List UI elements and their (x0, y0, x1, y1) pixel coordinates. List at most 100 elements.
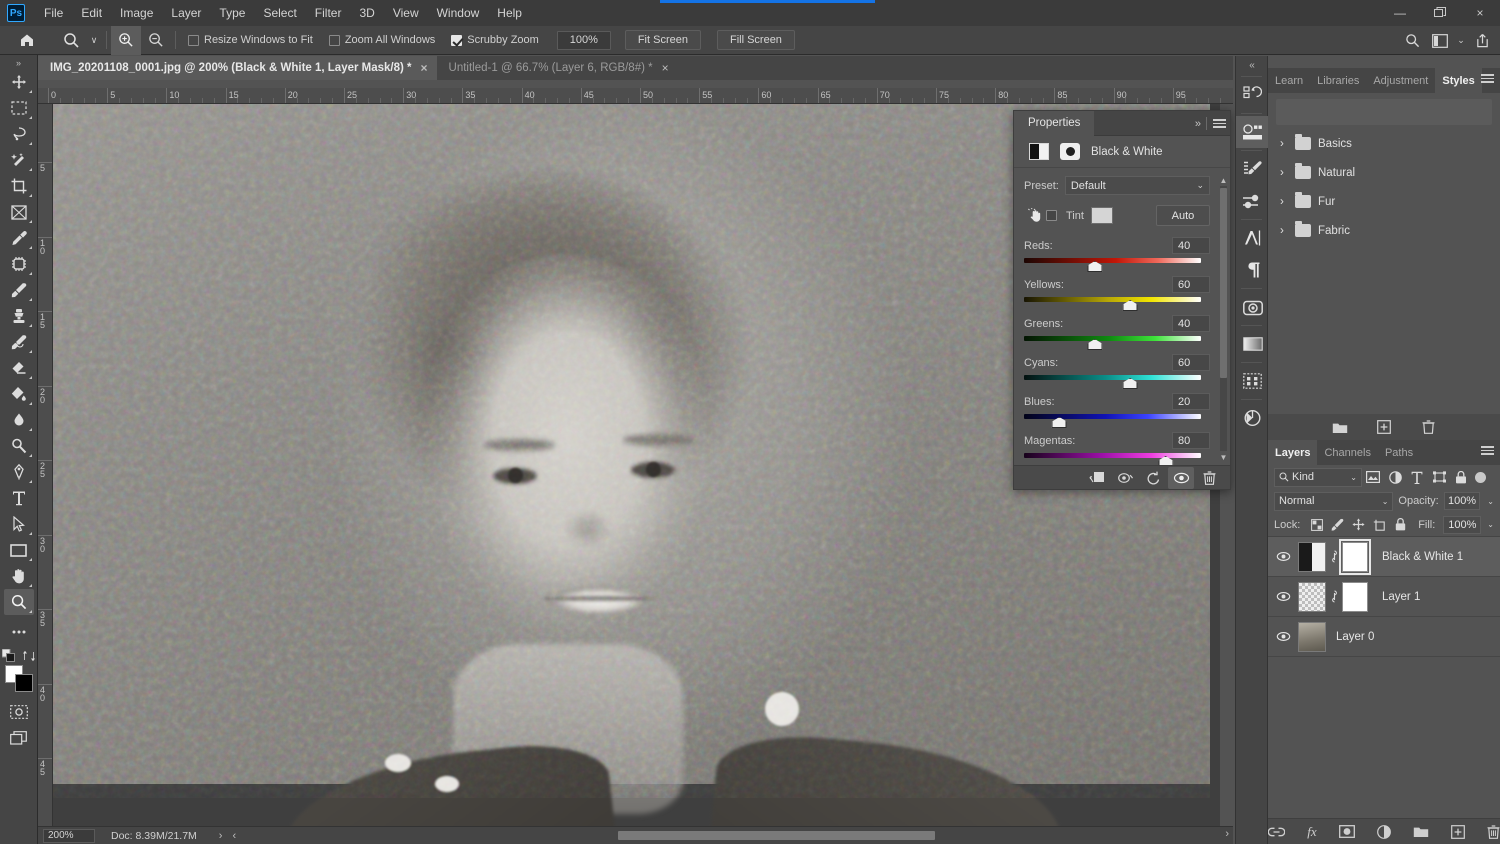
layer-style-fx-icon[interactable]: fx (1307, 823, 1317, 841)
panel-menu-icon[interactable] (1213, 119, 1226, 128)
color-swatches[interactable] (4, 665, 34, 693)
zoom-out-icon[interactable] (141, 26, 171, 55)
toggle-visibility-icon[interactable] (1168, 467, 1194, 489)
slider-value-field[interactable]: 40 (1172, 315, 1210, 332)
styles-search-bar[interactable] (1276, 99, 1492, 125)
view-previous-state-icon[interactable] (1112, 467, 1138, 489)
reset-icon[interactable] (1140, 467, 1166, 489)
layer-visibility-icon[interactable] (1268, 577, 1298, 617)
close-button[interactable]: × (1460, 0, 1500, 26)
menu-layer[interactable]: Layer (162, 0, 210, 26)
properties-tab[interactable]: Properties (1014, 111, 1094, 136)
layer-mask-thumbnail[interactable] (1342, 542, 1368, 572)
screen-mode-icon[interactable] (4, 725, 34, 751)
restore-button[interactable] (1420, 0, 1460, 26)
scrubby-zoom-box[interactable] (451, 35, 462, 46)
brush-tool[interactable] (4, 277, 34, 303)
menu-3d[interactable]: 3D (350, 0, 383, 26)
fit-screen-button[interactable]: Fit Screen (625, 30, 701, 50)
chevron-down-icon[interactable]: ⌄ (1454, 26, 1468, 55)
menu-view[interactable]: View (384, 0, 428, 26)
actions-icon[interactable] (1236, 402, 1269, 434)
document-tab-1-close-icon[interactable]: × (662, 61, 669, 75)
fill-value[interactable]: 100% (1443, 516, 1481, 534)
slider-track[interactable] (1024, 296, 1201, 309)
search-icon[interactable] (1398, 26, 1426, 55)
smart-object-filter-icon[interactable] (1450, 467, 1472, 487)
fill-screen-button[interactable]: Fill Screen (717, 30, 795, 50)
panel-menu-icon[interactable] (1481, 74, 1494, 83)
status-zoom-field[interactable]: 200% (43, 829, 95, 843)
chevron-right-icon[interactable]: › (1280, 196, 1288, 208)
properties-scroll-thumb[interactable] (1220, 188, 1227, 378)
swap-colors-icon[interactable] (23, 650, 35, 662)
resize-windows-checkbox[interactable]: Resize Windows to Fit (188, 34, 313, 46)
style-group-fur[interactable]: ›Fur (1268, 187, 1500, 216)
layer-visibility-icon[interactable] (1268, 537, 1298, 577)
lock-position-icon[interactable] (1350, 516, 1367, 533)
fill-chevron-icon[interactable]: ⌄ (1487, 520, 1494, 529)
camera-raw-icon[interactable] (1236, 291, 1269, 323)
slider-track[interactable] (1024, 413, 1201, 426)
opacity-value[interactable]: 100% (1444, 492, 1481, 510)
document-tab-0[interactable]: IMG_20201108_0001.jpg @ 200% (Black & Wh… (38, 56, 437, 80)
history-brush-tool[interactable] (4, 329, 34, 355)
slider-track[interactable] (1024, 374, 1201, 387)
properties-scrollbar[interactable]: ▲ ▼ (1219, 176, 1228, 462)
expand-panels-icon[interactable]: « (1236, 56, 1267, 74)
panel-menu-icon[interactable] (1481, 446, 1494, 455)
tab-adjustment[interactable]: Adjustment (1366, 68, 1435, 93)
new-layer-icon[interactable] (1451, 823, 1465, 841)
tab-libraries[interactable]: Libraries (1310, 68, 1366, 93)
black-white-icon[interactable] (1029, 143, 1049, 160)
adjustment-filter-icon[interactable] (1384, 467, 1406, 487)
hand-tool[interactable] (4, 563, 34, 589)
on-image-adjust-icon[interactable] (1024, 208, 1046, 223)
lock-transparent-icon[interactable] (1308, 516, 1325, 533)
horizontal-scrollbar[interactable] (318, 831, 1213, 840)
layer-thumbnail[interactable] (1298, 582, 1326, 612)
zoom-tool-icon[interactable] (56, 26, 86, 55)
style-group-fabric[interactable]: ›Fabric (1268, 216, 1500, 245)
patterns-icon[interactable] (1236, 365, 1269, 397)
slider-value-field[interactable]: 20 (1172, 393, 1210, 410)
clone-stamp-tool[interactable] (4, 303, 34, 329)
brush-settings-icon[interactable] (1236, 153, 1269, 185)
style-group-natural[interactable]: ›Natural (1268, 158, 1500, 187)
properties-scroll-up-icon[interactable]: ▲ (1219, 176, 1228, 185)
blur-tool[interactable] (4, 407, 34, 433)
menu-edit[interactable]: Edit (72, 0, 111, 26)
slider-track[interactable] (1024, 257, 1201, 270)
delete-icon[interactable] (1196, 467, 1222, 489)
slider-value-field[interactable]: 40 (1172, 237, 1210, 254)
chevron-right-icon[interactable]: › (1280, 167, 1288, 179)
shape-filter-icon[interactable] (1428, 467, 1450, 487)
lasso-tool[interactable] (4, 121, 34, 147)
menu-type[interactable]: Type (210, 0, 254, 26)
type-tool[interactable] (4, 485, 34, 511)
filter-toggle[interactable] (1475, 472, 1486, 483)
status-scroll-right-icon[interactable]: › (1225, 828, 1229, 840)
new-group-icon[interactable] (1413, 823, 1429, 841)
document-tab-1[interactable]: Untitled-1 @ 66.7% (Layer 6, RGB/8#) * × (437, 56, 678, 80)
properties-scroll-down-icon[interactable]: ▼ (1219, 453, 1228, 462)
minimize-button[interactable]: — (1380, 0, 1420, 26)
zoom-tool[interactable] (4, 589, 34, 615)
default-colors-icon[interactable] (2, 649, 15, 662)
slider-track[interactable] (1024, 335, 1201, 348)
eyedropper-tool[interactable] (4, 225, 34, 251)
spot-healing-tool[interactable] (4, 251, 34, 277)
marquee-tool[interactable] (4, 95, 34, 121)
lock-artboard-icon[interactable] (1371, 516, 1388, 533)
3d-icon[interactable] (1236, 116, 1269, 148)
tab-paths[interactable]: Paths (1378, 440, 1420, 465)
new-style-icon[interactable] (1374, 418, 1394, 436)
tab-learn[interactable]: Learn (1268, 68, 1310, 93)
paragraph-icon[interactable] (1236, 254, 1269, 286)
link-icon[interactable] (1326, 590, 1342, 603)
adjustments-icon[interactable] (1236, 185, 1269, 217)
character-icon[interactable] (1236, 222, 1269, 254)
slider-track[interactable] (1024, 452, 1201, 465)
new-adjustment-icon[interactable] (1377, 823, 1391, 841)
slider-value-field[interactable]: 60 (1172, 276, 1210, 293)
